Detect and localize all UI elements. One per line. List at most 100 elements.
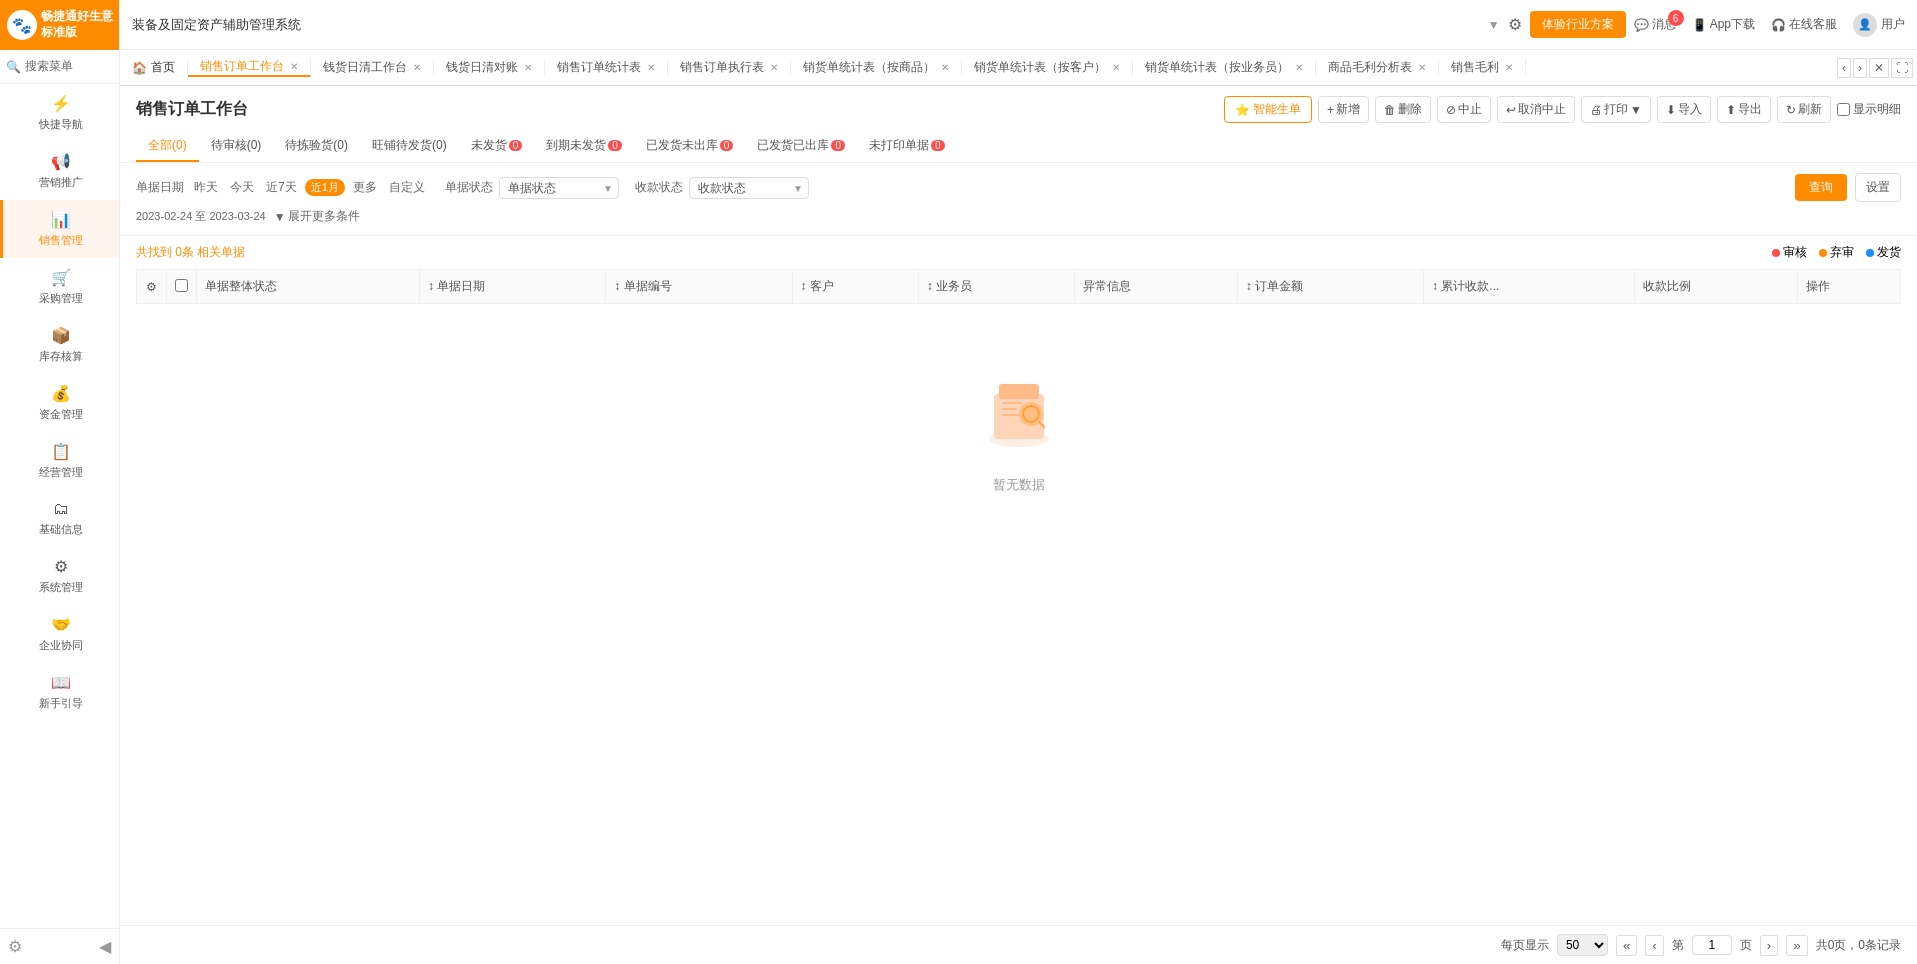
tab-close-icon[interactable]: ✕ <box>1418 62 1426 73</box>
expand-conditions-button[interactable]: ▼ 展开更多条件 <box>274 208 360 225</box>
tab-sales-profit[interactable]: 销售毛利 ✕ <box>1439 59 1526 76</box>
tab-scroll-left-button[interactable]: ‹ <box>1837 58 1851 78</box>
th-amount[interactable]: ↕ 订单金额 <box>1237 270 1423 304</box>
ops-icon: 📋 <box>51 442 71 461</box>
tab-close-icon[interactable]: ✕ <box>941 62 949 73</box>
select-all-checkbox[interactable] <box>175 279 188 292</box>
sidebar-item-ops[interactable]: 📋 经营管理 <box>0 432 119 490</box>
sidebar-item-quick-nav[interactable]: ⚡ 快捷导航 <box>0 84 119 142</box>
ship-summary-btn[interactable]: 发货 <box>1866 244 1901 261</box>
basic-icon: 🗂 <box>53 500 69 518</box>
show-detail-input[interactable] <box>1837 103 1850 116</box>
user-menu[interactable]: 👤 用户 <box>1853 13 1905 37</box>
th-staff[interactable]: ↕ 业务员 <box>918 270 1074 304</box>
settings-icon[interactable]: ⚙ <box>8 937 22 956</box>
page-size-select[interactable]: 50 100 200 <box>1557 934 1608 956</box>
prev-page-button[interactable]: ‹ <box>1645 935 1663 956</box>
status-select[interactable]: 单据状态 <box>499 177 619 199</box>
sidebar-item-guide[interactable]: 📖 新手引导 <box>0 663 119 721</box>
date-opt-1month[interactable]: 近1月 <box>305 179 345 196</box>
th-number[interactable]: ↕ 单据编号 <box>606 270 792 304</box>
th-customer[interactable]: ↕ 客户 <box>792 270 918 304</box>
sub-tab-pending-inspect[interactable]: 待拣验货(0) <box>273 131 360 162</box>
next-page-button[interactable]: › <box>1760 935 1778 956</box>
tab-sales-order-stats[interactable]: 销售订单统计表 ✕ <box>545 59 668 76</box>
date-opt-7days[interactable]: 近7天 <box>262 177 301 198</box>
cancel-approve-summary-btn[interactable]: 弃审 <box>1819 244 1854 261</box>
date-opt-today[interactable]: 今天 <box>226 177 258 198</box>
tab-sales-order-exec[interactable]: 销售订单执行表 ✕ <box>668 59 791 76</box>
sub-tab-all[interactable]: 全部(0) <box>136 131 199 162</box>
online-service-item[interactable]: 🎧 在线客服 <box>1771 16 1837 33</box>
tab-close-icon[interactable]: ✕ <box>770 62 778 73</box>
tab-close-icon[interactable]: ✕ <box>1295 62 1303 73</box>
app-download-item[interactable]: 📱 App下载 <box>1692 16 1755 33</box>
industry-solution-button[interactable]: 体验行业方案 <box>1530 11 1626 38</box>
show-detail-checkbox[interactable]: 显示明细 <box>1837 101 1901 118</box>
date-opt-custom[interactable]: 自定义 <box>385 177 429 198</box>
sidebar-item-finance[interactable]: 💰 资金管理 <box>0 374 119 432</box>
message-item[interactable]: 💬 消息 6 <box>1634 16 1676 33</box>
approve-summary-btn[interactable]: 审核 <box>1772 244 1807 261</box>
tab-close-icon[interactable]: ✕ <box>647 62 655 73</box>
last-page-button[interactable]: » <box>1786 935 1807 956</box>
sub-tab-not-shipped[interactable]: 未发货0 <box>459 131 535 162</box>
tab-close-icon[interactable]: ✕ <box>290 61 298 72</box>
first-page-button[interactable]: « <box>1616 935 1637 956</box>
smart-order-button[interactable]: ⭐ 智能生单 <box>1224 96 1312 123</box>
filter-date-item: 单据日期 昨天 今天 近7天 近1月 更多 自定义 <box>136 177 429 198</box>
sub-tab-not-printed[interactable]: 未打印单据0 <box>857 131 957 162</box>
date-opt-more[interactable]: 更多 <box>349 177 381 198</box>
sidebar-search[interactable]: 🔍 搜索菜单 <box>0 50 119 84</box>
stop-button[interactable]: ⊘ 中止 <box>1437 96 1491 123</box>
add-button[interactable]: + 新增 <box>1318 96 1369 123</box>
setting-button[interactable]: 设置 <box>1855 173 1901 202</box>
th-action: 操作 <box>1798 270 1901 304</box>
sidebar-item-sales[interactable]: 📊 销售管理 <box>0 200 119 258</box>
tab-product-margin[interactable]: 商品毛利分析表 ✕ <box>1316 59 1439 76</box>
dropdown-icon[interactable]: ▼ <box>1488 18 1500 32</box>
th-settings[interactable]: ⚙ <box>137 270 167 304</box>
settings-topbar-icon[interactable]: ⚙ <box>1508 15 1522 34</box>
tab-sales-stats-customer[interactable]: 销货单统计表（按客户） ✕ <box>962 59 1133 76</box>
tab-scroll-right-button[interactable]: › <box>1853 58 1867 78</box>
tab-close-all-button[interactable]: ✕ <box>1869 58 1889 78</box>
page-content: 销售订单工作台 ⭐ 智能生单 + 新增 🗑 删除 ⊘ 中止 <box>120 86 1917 964</box>
sidebar-item-purchase[interactable]: 🛒 采购管理 <box>0 258 119 316</box>
tab-cash-reconcile[interactable]: 钱货日清对账 ✕ <box>434 59 545 76</box>
tab-sales-stats-staff[interactable]: 销货单统计表（按业务员） ✕ <box>1133 59 1316 76</box>
sub-tab-pending-review[interactable]: 待审核(0) <box>199 131 274 162</box>
export-button[interactable]: ⬆ 导出 <box>1717 96 1771 123</box>
tab-home[interactable]: 🏠 首页 <box>120 59 188 76</box>
th-collected[interactable]: ↕ 累计收款... <box>1424 270 1635 304</box>
tab-sales-order-workbench[interactable]: 销售订单工作台 ✕ <box>188 58 311 77</box>
collapse-icon[interactable]: ◀ <box>99 937 111 956</box>
import-button[interactable]: ⬇ 导入 <box>1657 96 1711 123</box>
tab-close-icon[interactable]: ✕ <box>1112 62 1120 73</box>
delete-button[interactable]: 🗑 删除 <box>1375 96 1431 123</box>
th-date[interactable]: ↕ 单据日期 <box>420 270 606 304</box>
tab-close-icon[interactable]: ✕ <box>413 62 421 73</box>
sub-tab-shipped-out[interactable]: 已发货已出库0 <box>745 131 857 162</box>
sub-tab-overdue[interactable]: 到期未发货0 <box>534 131 634 162</box>
print-button[interactable]: 🖨 打印 ▼ <box>1581 96 1651 123</box>
sidebar-item-marketing[interactable]: 📢 营销推广 <box>0 142 119 200</box>
sidebar-item-basic[interactable]: 🗂 基础信息 <box>0 490 119 547</box>
sub-tab-wangpu[interactable]: 旺铺待发货(0) <box>360 131 459 162</box>
refresh-button[interactable]: ↻ 刷新 <box>1777 96 1831 123</box>
sidebar-item-inventory[interactable]: 📦 库存核算 <box>0 316 119 374</box>
th-checkbox[interactable] <box>167 270 197 304</box>
cancel-stop-button[interactable]: ↩ 取消中止 <box>1497 96 1575 123</box>
tab-close-icon[interactable]: ✕ <box>1505 62 1513 73</box>
tab-maximize-button[interactable]: ⛶ <box>1891 58 1913 78</box>
sub-tab-shipped-not-out[interactable]: 已发货未出库0 <box>634 131 746 162</box>
tab-sales-stats-product[interactable]: 销货单统计表（按商品） ✕ <box>791 59 962 76</box>
tab-close-icon[interactable]: ✕ <box>524 62 532 73</box>
sidebar-item-enterprise[interactable]: 🤝 企业协同 <box>0 605 119 663</box>
page-number-input[interactable] <box>1692 935 1732 955</box>
query-button[interactable]: 查询 <box>1795 174 1847 201</box>
date-opt-yesterday[interactable]: 昨天 <box>190 177 222 198</box>
payment-select[interactable]: 收款状态 <box>689 177 809 199</box>
sidebar-item-system[interactable]: ⚙ 系统管理 <box>0 547 119 605</box>
tab-cash-daily[interactable]: 钱货日清工作台 ✕ <box>311 59 434 76</box>
